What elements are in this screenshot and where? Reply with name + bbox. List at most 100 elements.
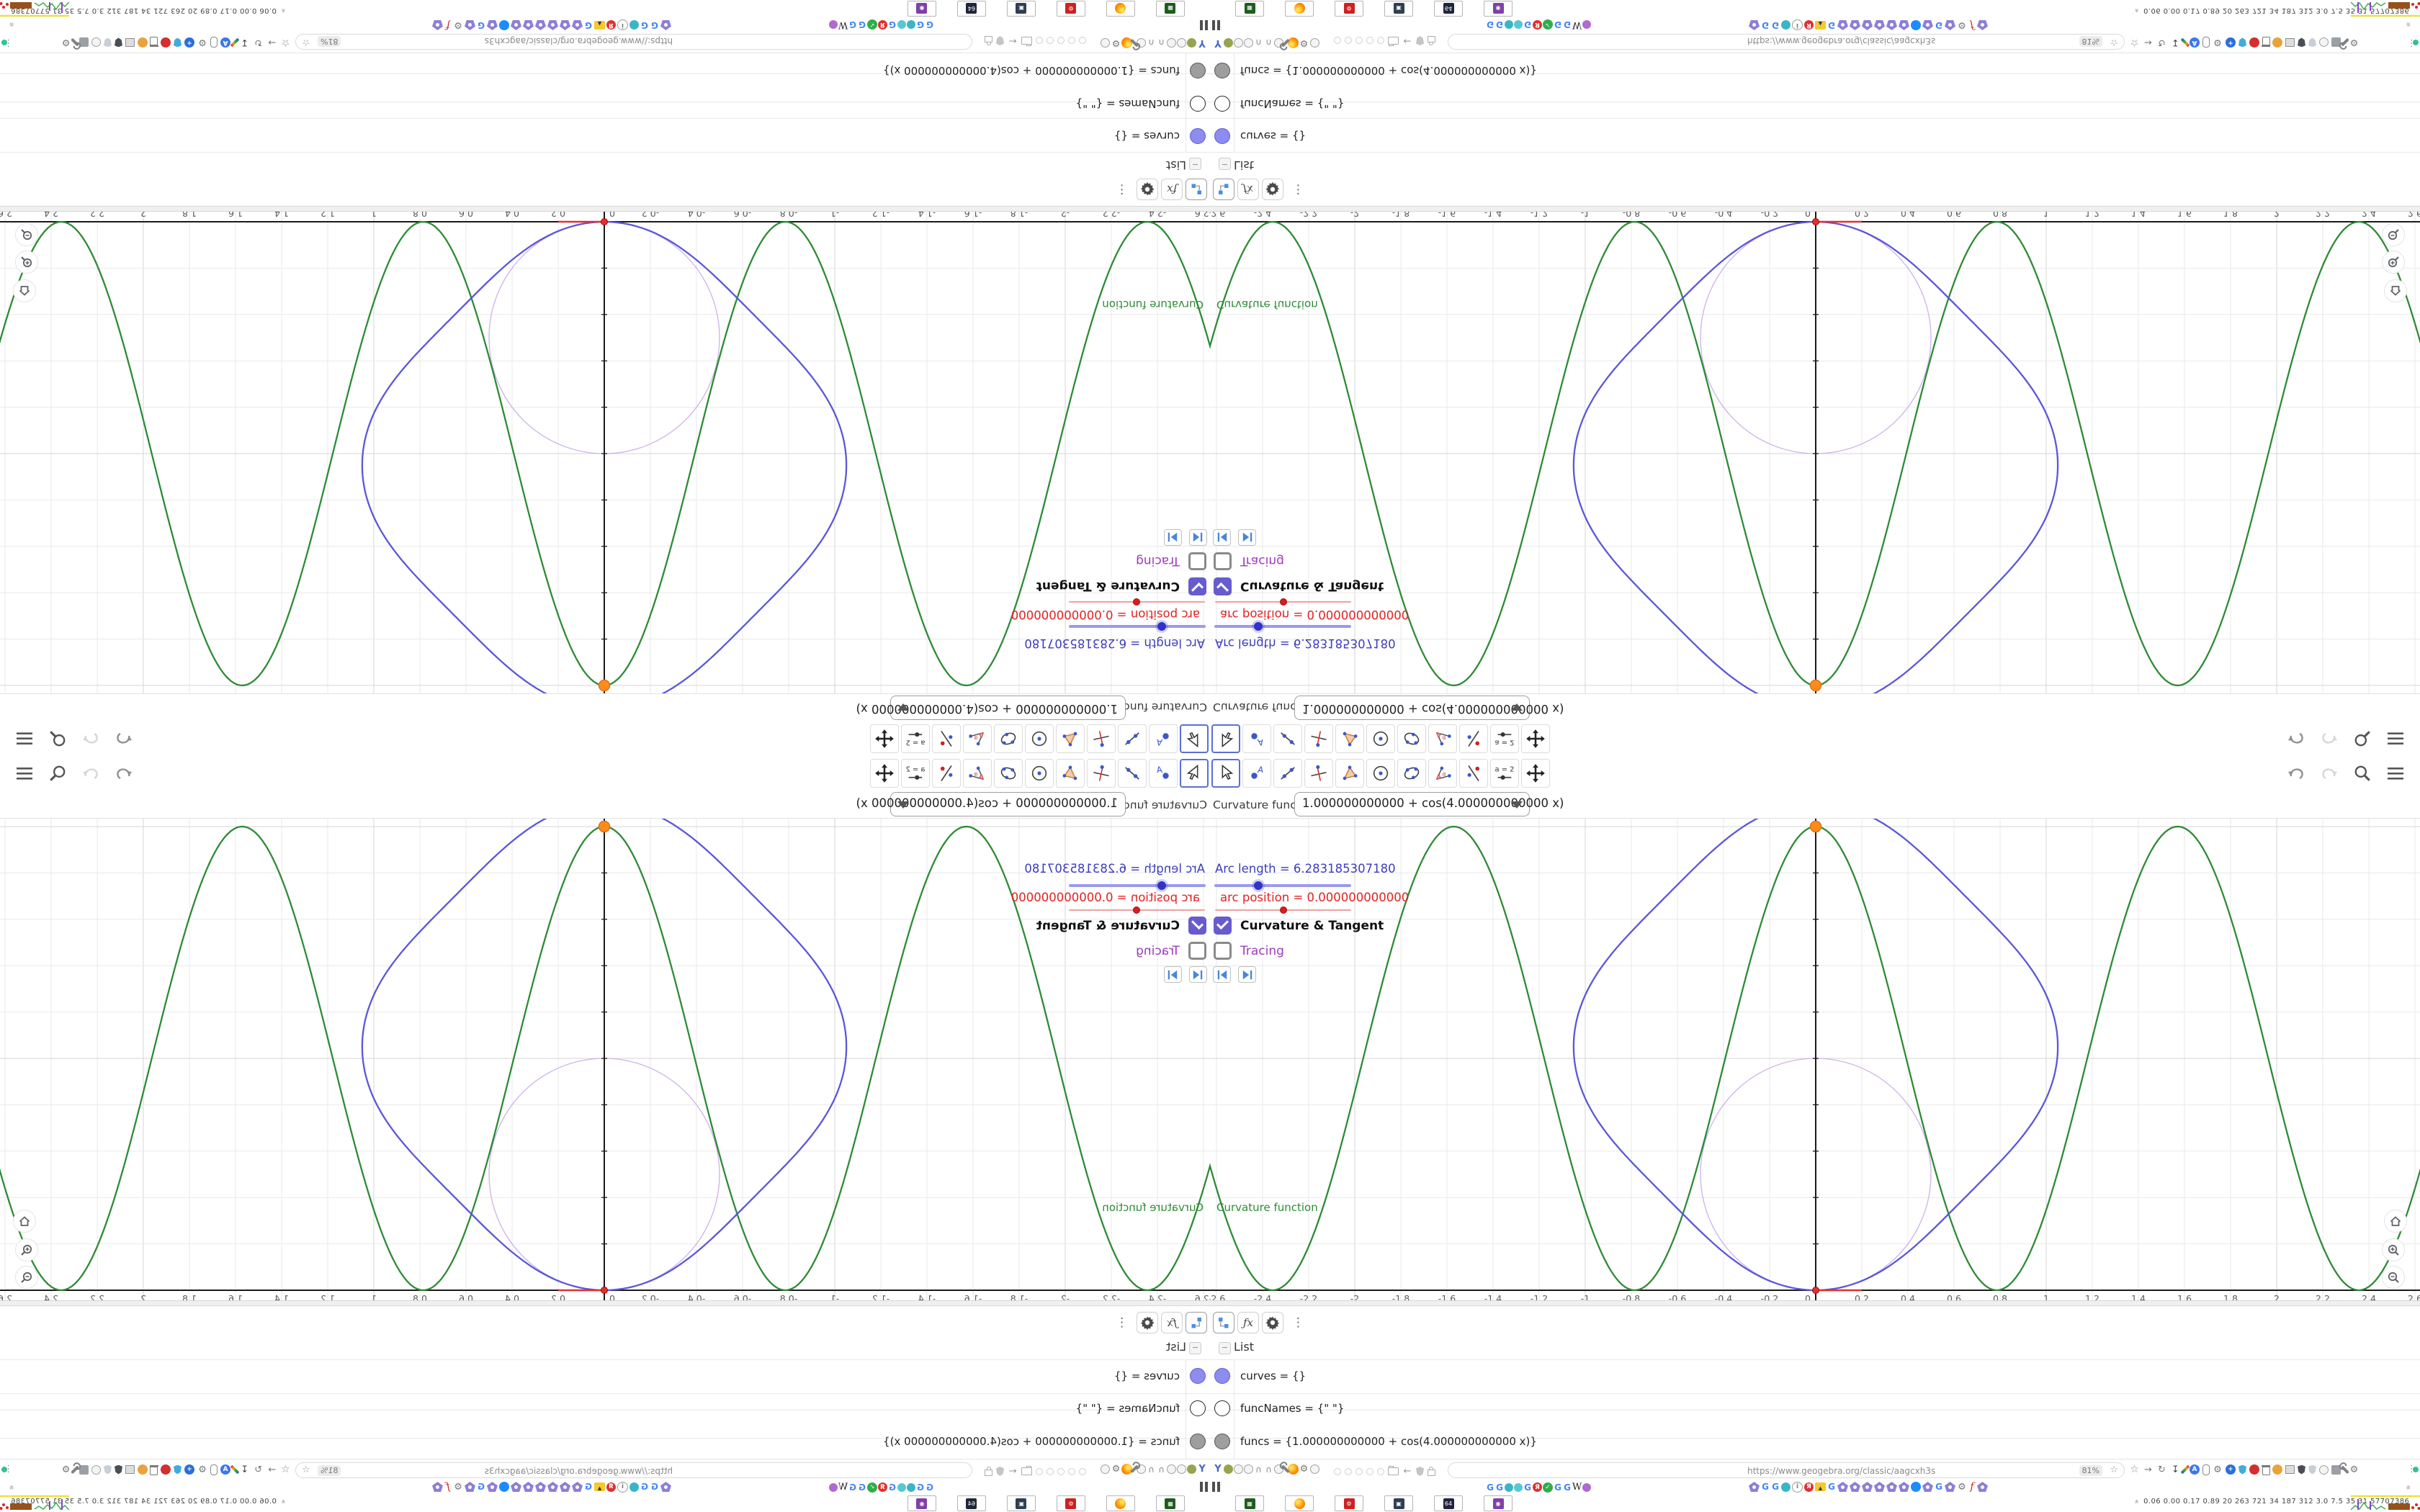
move-graphics-view-tool-button[interactable] xyxy=(870,759,899,788)
curvature-function-input[interactable]: 1.000000000000 + cos(4.000000000000 x) xyxy=(856,792,1126,816)
url-bar[interactable]: https://www.geogebra.org/classic/aagcxh3… xyxy=(1448,1462,2125,1478)
firefox-icon[interactable] xyxy=(1287,1464,1299,1475)
yandex-favicon[interactable]: Я xyxy=(878,20,887,30)
faint-circle-icon[interactable] xyxy=(1079,1467,1086,1475)
geogebra-favicon[interactable] xyxy=(660,20,671,30)
globe-icon[interactable] xyxy=(91,1464,101,1475)
taskbar-app-icon[interactable]: ⚙ xyxy=(1335,1,1363,17)
shield-icon[interactable] xyxy=(996,1467,1004,1476)
url-bar[interactable]: https://www.geogebra.org/classic/aagcxh3… xyxy=(295,34,972,50)
arc-length-slider[interactable] xyxy=(1069,620,1206,633)
colored-dot-icon[interactable] xyxy=(897,20,906,30)
visibility-marble[interactable] xyxy=(1214,1434,1230,1449)
shield-icon[interactable] xyxy=(104,38,112,48)
circle-badge-icon[interactable] xyxy=(161,1464,171,1475)
wrench-icon[interactable] xyxy=(71,1465,80,1474)
google-favicon[interactable]: G xyxy=(926,20,934,30)
algebra-row-funcs[interactable]: funcs = {1.000000000000 + cos(4.00000000… xyxy=(0,63,1210,86)
taskbar-app-icon[interactable]: ▦ xyxy=(1156,1495,1185,1511)
colored-dot-icon[interactable] xyxy=(1224,38,1233,48)
tracing-checkbox[interactable] xyxy=(1214,552,1232,570)
faint-circle-icon[interactable] xyxy=(1079,37,1086,45)
home-button[interactable] xyxy=(2384,1210,2407,1233)
circle-badge-icon[interactable] xyxy=(161,37,171,48)
bookmark-star-icon[interactable]: ☆ xyxy=(2110,1464,2118,1475)
taskbar-app-icon[interactable]: ▦ xyxy=(1235,1,1264,17)
yandex-favicon[interactable]: Я xyxy=(1533,20,1542,30)
visibility-marble[interactable] xyxy=(1214,1400,1230,1416)
arc-position-slider[interactable] xyxy=(1069,906,1205,914)
redo-button[interactable] xyxy=(2318,727,2341,750)
shield-icon[interactable] xyxy=(104,1465,112,1475)
skip-to-start-button[interactable] xyxy=(1213,966,1231,983)
geogebra-favicon[interactable] xyxy=(1749,20,1760,30)
polygon-tool-button[interactable] xyxy=(1335,759,1364,788)
tracing-checkbox[interactable] xyxy=(1214,942,1232,960)
faint-circle-icon[interactable] xyxy=(1036,1467,1043,1475)
image-favicon[interactable]: ▲ xyxy=(594,1482,605,1491)
point-tool-button[interactable]: A xyxy=(1242,724,1271,753)
curvature-max-point[interactable] xyxy=(1809,820,1822,833)
colored-dot-icon[interactable] xyxy=(1505,20,1513,30)
firefox-icon[interactable] xyxy=(1121,1464,1133,1475)
google-favicon[interactable]: G xyxy=(1771,20,1780,30)
move-graphics-view-tool-button[interactable] xyxy=(870,724,899,753)
move-graphics-view-tool-button[interactable] xyxy=(1521,724,1550,753)
geogebra-favicon[interactable] xyxy=(487,1482,498,1492)
line-tool-button[interactable] xyxy=(1273,724,1302,753)
circle-badge-icon[interactable] xyxy=(2249,1464,2259,1475)
mouse-icon[interactable] xyxy=(210,37,218,48)
dropdown-caret-icon[interactable] xyxy=(897,703,909,711)
angle-tool-button[interactable]: α xyxy=(1428,759,1457,788)
colored-dot-icon[interactable] xyxy=(138,37,148,48)
kebab-menu-icon[interactable]: ⋮ xyxy=(1292,1315,1304,1330)
google-favicon[interactable]: G xyxy=(650,1482,659,1492)
google-favicon[interactable]: G xyxy=(916,1482,925,1493)
algebra-row-funcnames[interactable]: funcNames = {" "} xyxy=(0,96,1210,120)
google-favicon[interactable]: G xyxy=(1563,20,1572,30)
google-favicon[interactable]: G xyxy=(640,20,649,30)
line-tool-button[interactable] xyxy=(1273,759,1302,788)
algebra-settings-button[interactable] xyxy=(1137,1312,1158,1333)
line-tool-button[interactable] xyxy=(1118,759,1147,788)
algebra-row-funcnames[interactable]: funcNames = {" "} xyxy=(1210,1392,2420,1416)
google-favicon[interactable]: G xyxy=(1771,1482,1780,1492)
geogebra-favicon[interactable] xyxy=(1977,1482,1988,1492)
graphics-view[interactable]: -2.6 -2.4 -2.2 -2 -1.8 -1.6 -1.4 -1.2 -1 -0.8 -0.6… xyxy=(0,211,1210,694)
slider-tool-button[interactable]: a = 2 xyxy=(901,724,930,753)
shield-icon[interactable] xyxy=(2298,1464,2305,1475)
view-divider[interactable] xyxy=(0,1300,1210,1306)
algebra-row-funcnames[interactable]: funcNames = {" "} xyxy=(0,1392,1210,1416)
arc-length-slider[interactable] xyxy=(1214,879,1351,892)
angle-tool-button[interactable]: α xyxy=(963,724,992,753)
faint-circle-icon[interactable] xyxy=(1345,1467,1352,1475)
wrench-icon[interactable] xyxy=(2340,1465,2349,1474)
circle-badge-icon[interactable] xyxy=(2249,37,2259,48)
shield-icon[interactable] xyxy=(174,38,182,48)
google-favicon[interactable]: G xyxy=(477,20,485,30)
colored-dot-icon[interactable] xyxy=(1781,1482,1791,1492)
url-bar[interactable]: https://www.geogebra.org/classic/aagcxh3… xyxy=(295,1462,972,1478)
yandex-favicon[interactable]: Я xyxy=(878,1482,887,1492)
browser-glyph-icon[interactable]: ↻ xyxy=(253,1464,264,1475)
f-favicon[interactable]: f xyxy=(1968,19,1976,31)
gear-icon[interactable]: ⚙ xyxy=(1957,20,1967,31)
curvature-tangent-checkbox[interactable] xyxy=(1188,917,1206,935)
visibility-marble[interactable] xyxy=(1190,1434,1206,1449)
colored-dot-icon[interactable] xyxy=(1187,1464,1196,1474)
chevron-up-icon[interactable]: » xyxy=(6,22,17,27)
algebra-fx-button[interactable]: ƒx xyxy=(1237,1312,1259,1333)
kebab-menu-icon[interactable]: ⋮ xyxy=(1116,182,1128,197)
globe-icon[interactable] xyxy=(1101,38,1111,48)
skip-to-start-button[interactable] xyxy=(1189,529,1207,546)
geogebra-favicon[interactable] xyxy=(572,1482,583,1492)
pause-icon[interactable] xyxy=(1200,20,1208,30)
colored-dot-icon[interactable] xyxy=(1582,20,1591,30)
colored-dot-icon[interactable] xyxy=(1781,20,1791,30)
browser-glyph-icon[interactable]: ☆ xyxy=(2129,37,2140,48)
circle-badge-icon[interactable]: + xyxy=(184,37,194,48)
page-zoom-badge[interactable]: 81% xyxy=(2079,36,2102,47)
ellipse-tool-button[interactable] xyxy=(994,724,1023,753)
browser-glyph-icon[interactable]: ☆ xyxy=(2129,1464,2140,1475)
google-favicon[interactable]: G xyxy=(1486,1482,1494,1493)
